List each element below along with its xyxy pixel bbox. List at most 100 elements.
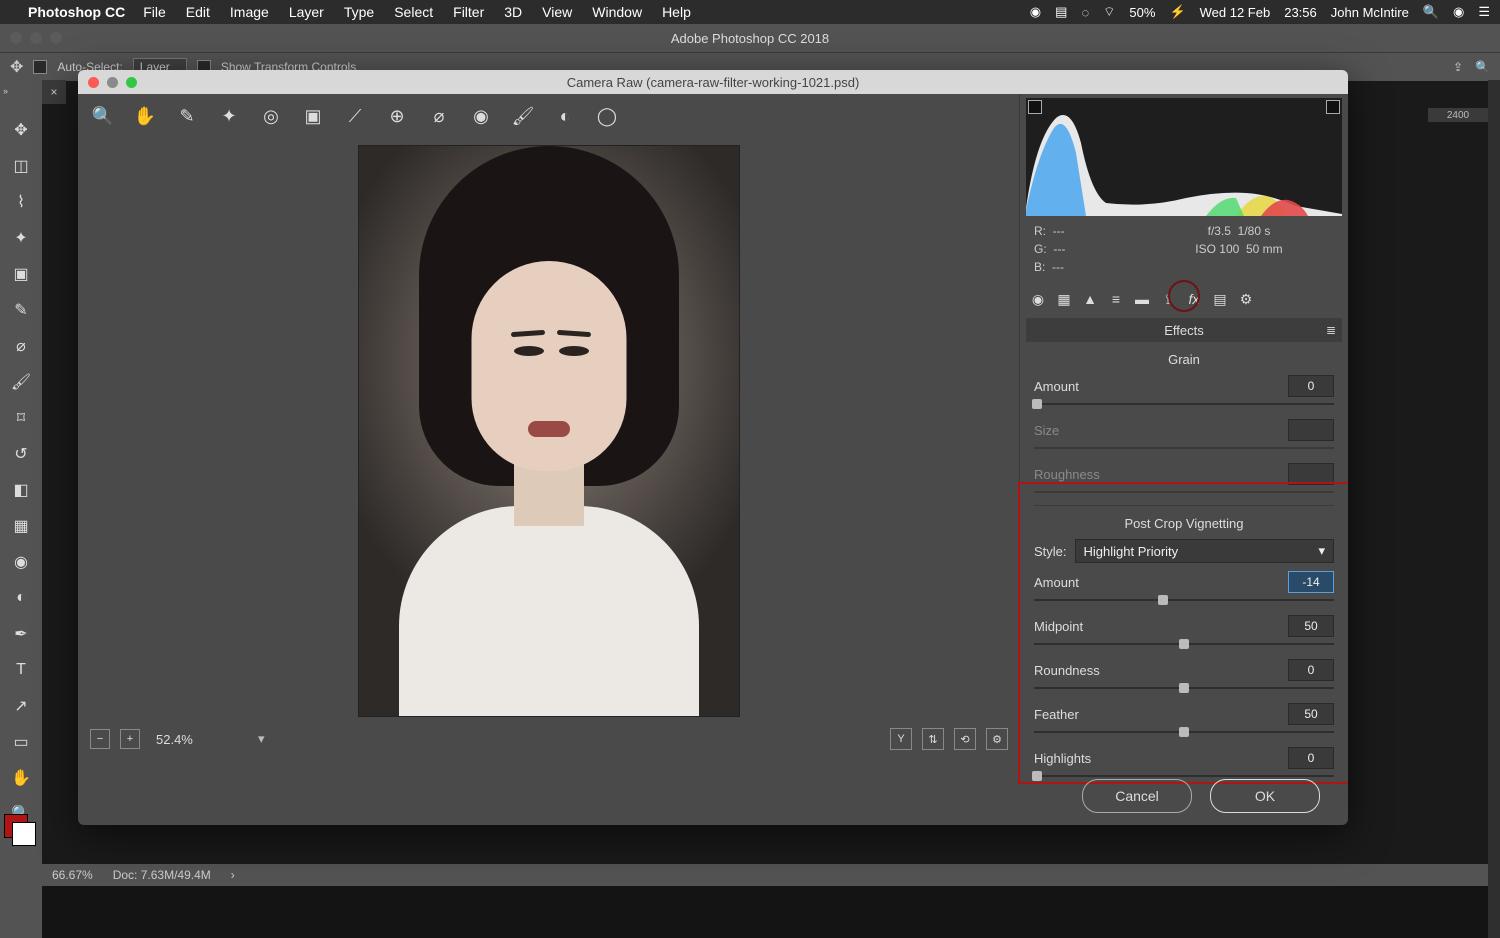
menu-help[interactable]: Help <box>662 4 691 20</box>
history-brush-icon[interactable]: ↺ <box>9 442 33 466</box>
hand-tool-icon[interactable]: ✋ <box>9 766 33 790</box>
vig-amount-field[interactable]: -14 <box>1288 571 1334 593</box>
menu-edit[interactable]: Edit <box>186 4 210 20</box>
cr-transform-tool-icon[interactable]: ⊕ <box>386 105 408 127</box>
cr-hand-tool-icon[interactable]: ✋ <box>134 105 156 127</box>
status-icon[interactable]: ◌ <box>1081 5 1089 20</box>
heal-tool-icon[interactable]: ⌀ <box>9 334 33 358</box>
menu-select[interactable]: Select <box>394 4 433 20</box>
tab-hsl-icon[interactable]: ≡ <box>1106 289 1126 309</box>
wifi-icon[interactable]: ⌔ <box>1103 4 1115 20</box>
preview-split-icon[interactable]: ⇅ <box>922 728 944 750</box>
vig-roundness-field[interactable]: 0 <box>1288 659 1334 681</box>
cr-close-icon[interactable] <box>88 77 99 88</box>
vig-highlights-field[interactable]: 0 <box>1288 747 1334 769</box>
preview-toggle-y-icon[interactable]: Y <box>890 728 912 750</box>
zoom-dropdown-icon[interactable]: ▾ <box>258 731 265 747</box>
style-dropdown[interactable]: Highlight Priority ▾ <box>1075 539 1334 563</box>
status-doc[interactable]: Doc: 7.63M/49.4M <box>113 868 211 882</box>
status-zoom[interactable]: 66.67% <box>52 868 93 882</box>
window-zoom-icon[interactable] <box>50 32 62 44</box>
tab-detail-icon[interactable]: ▲ <box>1080 289 1100 309</box>
shape-tool-icon[interactable]: ▭ <box>9 730 33 754</box>
cr-zoom-tool-icon[interactable]: 🔍 <box>92 105 114 127</box>
cancel-button[interactable]: Cancel <box>1082 779 1192 813</box>
move-tool-icon[interactable]: ✥ <box>9 118 33 142</box>
eyedropper-tool-icon[interactable]: ✎ <box>9 298 33 322</box>
background-swatch[interactable] <box>12 822 36 846</box>
blur-tool-icon[interactable]: ◉ <box>9 550 33 574</box>
cr-crop-tool-icon[interactable]: ▣ <box>302 105 324 127</box>
menu-window[interactable]: Window <box>592 4 642 20</box>
cr-wb-tool-icon[interactable]: ✎ <box>176 105 198 127</box>
cr-brush-tool-icon[interactable]: 🖌 <box>512 105 534 127</box>
date-label[interactable]: Wed 12 Feb <box>1200 5 1271 20</box>
collapse-icon[interactable]: » <box>3 86 8 96</box>
menu-image[interactable]: Image <box>230 4 269 20</box>
vig-roundness-slider[interactable] <box>1034 683 1334 693</box>
menu-3d[interactable]: 3D <box>504 4 522 20</box>
tab-lens-icon[interactable]: ⟟ <box>1158 289 1178 309</box>
vig-midpoint-slider[interactable] <box>1034 639 1334 649</box>
search-icon[interactable]: 🔍 <box>1475 60 1490 74</box>
menu-type[interactable]: Type <box>344 4 374 20</box>
spotlight-icon[interactable]: 🔍 <box>1423 4 1439 20</box>
time-label[interactable]: 23:56 <box>1284 5 1317 20</box>
histogram[interactable] <box>1026 98 1342 216</box>
vig-feather-slider[interactable] <box>1034 727 1334 737</box>
cr-straighten-tool-icon[interactable]: ⟋ <box>344 105 366 127</box>
status-chevron-icon[interactable]: › <box>231 868 235 882</box>
eraser-tool-icon[interactable]: ◧ <box>9 478 33 502</box>
window-minimize-icon[interactable] <box>30 32 42 44</box>
tab-calib-icon[interactable]: ▤ <box>1210 289 1230 309</box>
menu-filter[interactable]: Filter <box>453 4 484 20</box>
menu-file[interactable]: File <box>143 4 166 20</box>
preview-swap-icon[interactable]: ⟲ <box>954 728 976 750</box>
cr-canvas[interactable] <box>78 138 1020 723</box>
grain-amount-slider[interactable] <box>1034 399 1334 409</box>
menu-view[interactable]: View <box>542 4 572 20</box>
brush-tool-icon[interactable]: 🖌 <box>9 370 33 394</box>
zoom-value[interactable]: 52.4% <box>156 732 193 747</box>
user-label[interactable]: John McIntire <box>1331 5 1409 20</box>
wand-tool-icon[interactable]: ✦ <box>9 226 33 250</box>
doc-tab-close[interactable]: × <box>42 80 66 104</box>
crop-tool-icon[interactable]: ▣ <box>9 262 33 286</box>
cr-spot-tool-icon[interactable]: ⌀ <box>428 105 450 127</box>
panel-menu-icon[interactable]: ≣ <box>1326 323 1336 337</box>
cr-radial-tool-icon[interactable]: ◯ <box>596 105 618 127</box>
tab-split-icon[interactable]: ▬ <box>1132 289 1152 309</box>
cr-redeye-tool-icon[interactable]: ◉ <box>470 105 492 127</box>
gradient-tool-icon[interactable]: ▦ <box>9 514 33 538</box>
sync-icon[interactable]: ▤ <box>1055 4 1067 20</box>
ok-button[interactable]: OK <box>1210 779 1320 813</box>
marquee-tool-icon[interactable]: ◫ <box>9 154 33 178</box>
battery-label[interactable]: 50% <box>1129 5 1155 20</box>
vig-feather-field[interactable]: 50 <box>1288 703 1334 725</box>
lasso-tool-icon[interactable]: ⌇ <box>9 190 33 214</box>
cc-icon[interactable]: ◉ <box>1030 4 1041 20</box>
menu-layer[interactable]: Layer <box>289 4 324 20</box>
path-tool-icon[interactable]: ↗ <box>9 694 33 718</box>
notifications-icon[interactable]: ☰ <box>1478 4 1490 20</box>
tab-basic-icon[interactable]: ◉ <box>1028 289 1048 309</box>
share-icon[interactable]: ⇪ <box>1453 60 1463 74</box>
type-tool-icon[interactable]: T <box>9 658 33 682</box>
grain-amount-field[interactable]: 0 <box>1288 375 1334 397</box>
app-name[interactable]: Photoshop CC <box>28 4 125 20</box>
tab-presets-icon[interactable]: ⚙ <box>1236 289 1256 309</box>
cr-target-tool-icon[interactable]: ◎ <box>260 105 282 127</box>
battery-icon[interactable]: ⚡ <box>1169 4 1185 20</box>
pen-tool-icon[interactable]: ✒ <box>9 622 33 646</box>
cr-gradient-tool-icon[interactable]: ◐ <box>554 105 576 127</box>
tab-fx-icon[interactable]: fx <box>1184 289 1204 309</box>
vig-amount-slider[interactable] <box>1034 595 1334 605</box>
siri-icon[interactable]: ◉ <box>1453 4 1464 20</box>
preview-settings-icon[interactable]: ⚙ <box>986 728 1008 750</box>
vig-midpoint-field[interactable]: 50 <box>1288 615 1334 637</box>
cr-sampler-tool-icon[interactable]: ✦ <box>218 105 240 127</box>
cr-zoom-icon[interactable] <box>126 77 137 88</box>
stamp-tool-icon[interactable]: ⌑ <box>9 406 33 430</box>
auto-select-checkbox[interactable] <box>33 60 47 74</box>
tab-curve-icon[interactable]: ▦ <box>1054 289 1074 309</box>
